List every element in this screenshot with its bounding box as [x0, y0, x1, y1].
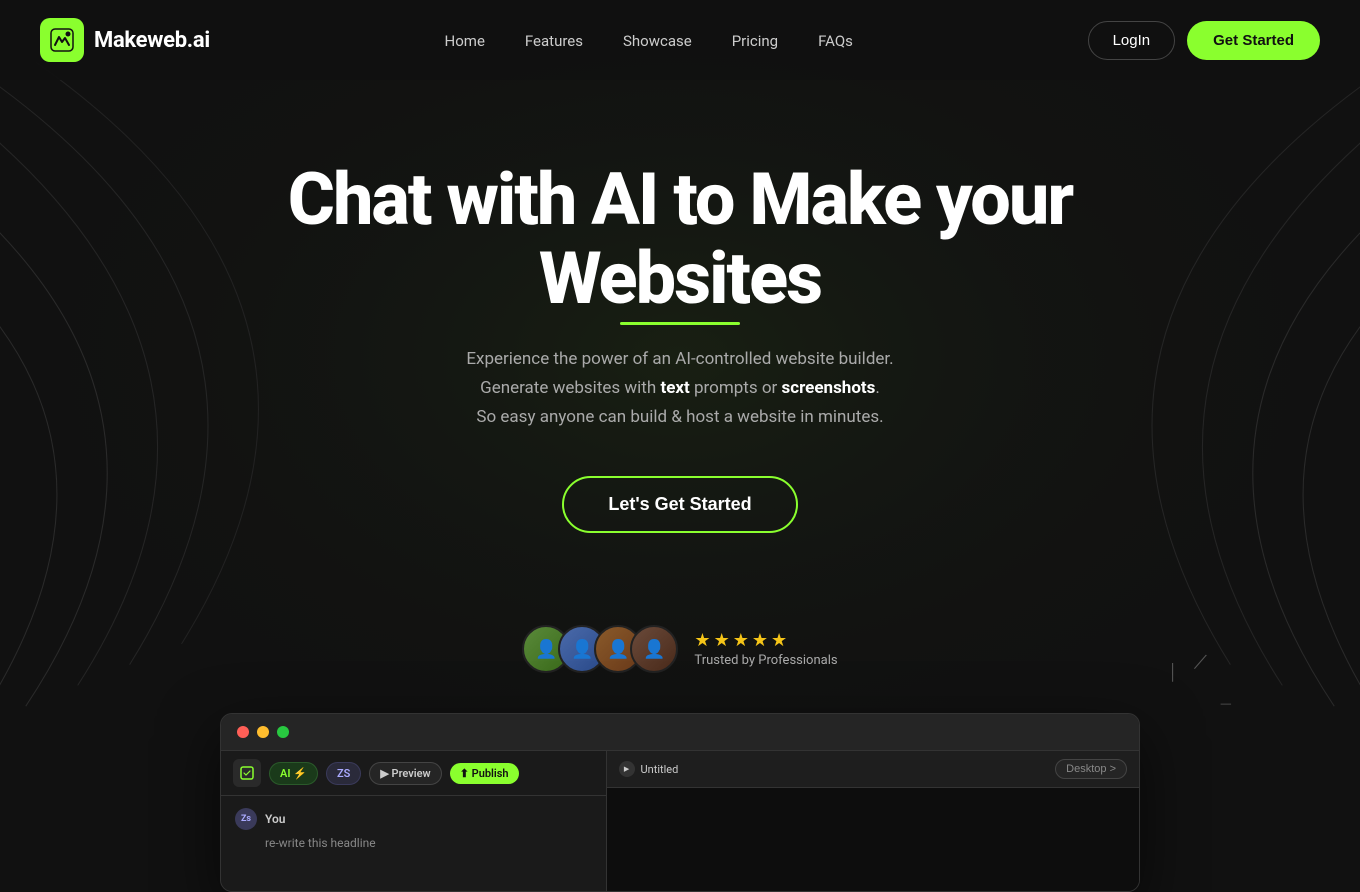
- window-dot-green[interactable]: [277, 726, 289, 738]
- star-1: ★: [694, 630, 710, 651]
- zs-toolbar-button[interactable]: ZS: [326, 762, 361, 785]
- preview-content: [607, 788, 1139, 891]
- social-proof: 👤 👤 👤 👤 ★ ★ ★ ★ ★ Trusted by Professiona…: [0, 625, 1360, 673]
- avatars-group: 👤 👤 👤 👤: [522, 625, 678, 673]
- chat-message: Zs You re-write this headline: [221, 796, 606, 862]
- star-5: ★: [771, 630, 787, 651]
- preview-toolbar-button[interactable]: ▶ Preview: [369, 762, 441, 785]
- nav-actions: LogIn Get Started: [1088, 21, 1320, 60]
- nav-features[interactable]: Features: [525, 32, 583, 50]
- message-header: Zs You: [235, 808, 592, 830]
- navbar: Makeweb.ai Home Features Showcase Pricin…: [0, 0, 1360, 80]
- login-button[interactable]: LogIn: [1088, 21, 1176, 60]
- preview-title: Untitled: [641, 763, 679, 776]
- preview-toolbar: ▶ Untitled Desktop >: [607, 751, 1139, 788]
- star-3: ★: [733, 630, 749, 651]
- nav-links: Home Features Showcase Pricing FAQs: [445, 31, 853, 50]
- avatar: 👤: [630, 625, 678, 673]
- chat-icon: [233, 759, 261, 787]
- hero-section: Chat with AI to Make your Websites Exper…: [0, 80, 1360, 573]
- window-dot-red[interactable]: [237, 726, 249, 738]
- message-text: re-write this headline: [235, 836, 592, 850]
- mockup-container: AI ⚡ ZS ▶ Preview ⬆ Publish Zs Yo: [180, 713, 1180, 892]
- publish-toolbar-button[interactable]: ⬆ Publish: [450, 763, 519, 784]
- window-dot-yellow[interactable]: [257, 726, 269, 738]
- ai-toolbar-button[interactable]: AI ⚡: [269, 762, 318, 785]
- message-avatar: Zs: [235, 808, 257, 830]
- message-sender: You: [265, 812, 285, 826]
- get-started-nav-button[interactable]: Get Started: [1187, 21, 1320, 60]
- mockup-window: AI ⚡ ZS ▶ Preview ⬆ Publish Zs Yo: [220, 713, 1140, 892]
- star-4: ★: [752, 630, 768, 651]
- nav-pricing[interactable]: Pricing: [732, 32, 778, 50]
- star-rating: ★ ★ ★ ★ ★: [694, 630, 787, 651]
- logo-icon: [40, 18, 84, 62]
- nav-faqs[interactable]: FAQs: [818, 32, 853, 50]
- desktop-button[interactable]: Desktop >: [1055, 759, 1127, 779]
- star-2: ★: [714, 630, 730, 651]
- hero-underline: [620, 322, 740, 325]
- brand-name: Makeweb.ai: [94, 28, 210, 53]
- logo-link[interactable]: Makeweb.ai: [40, 18, 210, 62]
- hero-cta-button[interactable]: Let's Get Started: [562, 476, 797, 533]
- preview-panel: ▶ Untitled Desktop >: [607, 751, 1139, 891]
- chat-panel: AI ⚡ ZS ▶ Preview ⬆ Publish Zs Yo: [221, 751, 607, 891]
- hero-title: Chat with AI to Make your Websites: [200, 160, 1160, 325]
- chat-toolbar: AI ⚡ ZS ▶ Preview ⬆ Publish: [221, 751, 606, 796]
- window-titlebar: [221, 714, 1139, 751]
- nav-showcase[interactable]: Showcase: [623, 32, 692, 50]
- proof-text: ★ ★ ★ ★ ★ Trusted by Professionals: [694, 630, 837, 668]
- window-content: AI ⚡ ZS ▶ Preview ⬆ Publish Zs Yo: [221, 751, 1139, 891]
- deco-dash: —: [1220, 695, 1232, 714]
- play-icon: ▶: [619, 761, 635, 777]
- preview-title-area: ▶ Untitled: [619, 761, 679, 777]
- nav-home[interactable]: Home: [445, 32, 485, 50]
- trusted-label: Trusted by Professionals: [694, 653, 837, 668]
- hero-subtitle: Experience the power of an AI-controlled…: [380, 345, 980, 432]
